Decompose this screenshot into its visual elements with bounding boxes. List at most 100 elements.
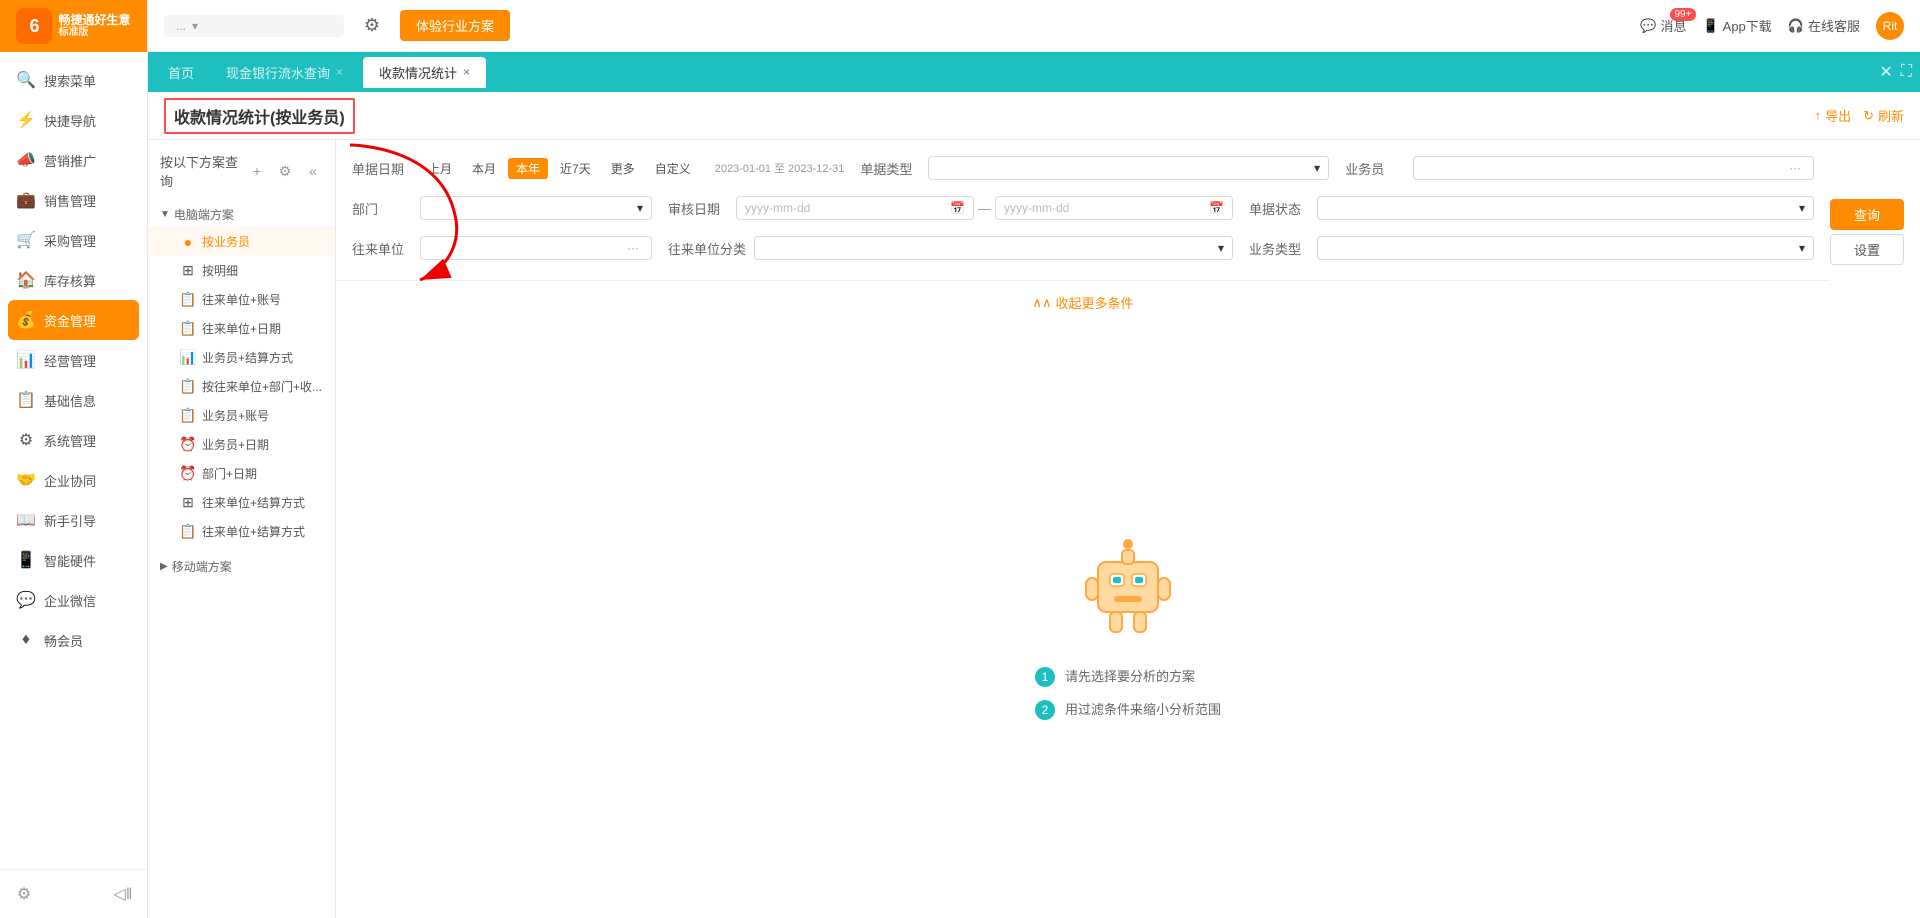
tree-item-sales-account[interactable]: 📋 业务员+账号 <box>148 401 335 430</box>
biztype-select[interactable]: ▾ <box>1317 236 1814 260</box>
sidebar-item-management[interactable]: 📊 经营管理 <box>0 340 147 380</box>
message-btn[interactable]: 💬 消息 99+ <box>1640 16 1686 35</box>
filter-settings-btn[interactable]: 设置 <box>1830 234 1904 265</box>
tab-receipts[interactable]: 收款情况统计 × <box>363 57 486 88</box>
audit-date-from[interactable]: yyyy-mm-dd 📅 <box>736 196 974 220</box>
counterpart-cat-select[interactable]: ▾ <box>754 236 1233 260</box>
close-window-icon[interactable]: ✕ <box>1879 62 1892 82</box>
tree-item-unit-settle2-label: 往来单位+结算方式 <box>202 523 305 540</box>
tree-item-dept-date[interactable]: ⏰ 部门+日期 <box>148 459 335 488</box>
audit-date-to[interactable]: yyyy-mm-dd 📅 <box>995 196 1233 220</box>
query-btn[interactable]: 查询 <box>1830 199 1904 230</box>
tab-cashflow[interactable]: 现金银行流水查询 × <box>210 57 359 88</box>
tree-item-sales-date[interactable]: ⏰ 业务员+日期 <box>148 430 335 459</box>
trial-btn[interactable]: 体验行业方案 <box>400 10 510 41</box>
tree-item-detail[interactable]: ⊞ 按明细 <box>148 256 335 285</box>
counterpart-select[interactable]: ··· <box>420 236 652 260</box>
tree-desktop-header[interactable]: ▼ 电脑端方案 <box>148 202 335 227</box>
tree-item-unit-date-label: 往来单位+日期 <box>202 320 281 337</box>
sidebar-nav: 🔍 搜索菜单 ⚡ 快捷导航 📣 营销推广 💼 销售管理 🛒 采购管理 🏠 <box>0 52 147 869</box>
tree-item-unit-settle1-label: 往来单位+结算方式 <box>202 494 305 511</box>
filter-rows: 单据日期 上月 本月 本年 近7天 更多 自定义 <box>336 140 1830 276</box>
filter-row-1: 单据日期 上月 本月 本年 近7天 更多 自定义 <box>352 156 1814 180</box>
sidebar-item-system[interactable]: ⚙ 系统管理 <box>0 420 147 460</box>
sidebar-item-finance[interactable]: 💰 资金管理 <box>8 300 139 340</box>
sidebar-item-member[interactable]: ♦ 畅会员 <box>0 620 147 660</box>
tree-item-sales-settle-label: 业务员+结算方式 <box>202 349 293 366</box>
detail-icon: ⊞ <box>180 263 196 279</box>
download-icon: 📱 <box>1702 18 1718 34</box>
doctype-label: 单据类型 <box>860 159 920 178</box>
inventory-icon: 🏠 <box>16 270 36 290</box>
collapse-sidebar-btn[interactable]: ◁‖ <box>107 878 139 910</box>
tree-item-unit-date[interactable]: 📋 往来单位+日期 <box>148 314 335 343</box>
tree-item-salesperson[interactable]: ● 按业务员 <box>148 227 335 256</box>
tree-item-unit-account-label: 往来单位+账号 <box>202 291 281 308</box>
export-label: 导出 <box>1825 106 1851 125</box>
doctype-select[interactable]: ▾ <box>928 156 1329 180</box>
sidebar-item-marketing[interactable]: 📣 营销推广 <box>0 140 147 180</box>
date-btn-this-year[interactable]: 本年 <box>508 158 548 179</box>
app-download-btn[interactable]: 📱 App下载 <box>1702 16 1771 35</box>
refresh-btn[interactable]: ↻ 刷新 <box>1863 106 1904 125</box>
hint-num-2: 2 <box>1035 700 1055 720</box>
tab-bar-right: ✕ ⛶ <box>1879 62 1912 82</box>
filter-group-counterpart-category: 往来单位分类 ▾ <box>668 236 1233 260</box>
date-btn-last-month[interactable]: 上月 <box>420 158 460 179</box>
collapse-panel-btn[interactable]: « <box>303 161 323 181</box>
sidebar-item-hardware[interactable]: 📱 智能硬件 <box>0 540 147 580</box>
tree-mobile-header[interactable]: ▶ 移动端方案 <box>148 554 335 579</box>
counterpart-more-icon[interactable]: ··· <box>627 241 639 255</box>
salesperson-select[interactable]: ··· <box>1413 156 1814 180</box>
scheme-settings-btn[interactable]: ⚙ <box>275 161 295 181</box>
date-btn-7days[interactable]: 近7天 <box>552 158 599 179</box>
tab-home[interactable]: 首页 <box>156 57 206 88</box>
sidebar-item-sales[interactable]: 💼 销售管理 <box>0 180 147 220</box>
sidebar-item-search[interactable]: 🔍 搜索菜单 <box>0 60 147 100</box>
sidebar-item-wechat[interactable]: 💬 企业微信 <box>0 580 147 620</box>
service-label: 在线客服 <box>1808 16 1860 35</box>
date-btn-custom[interactable]: 自定义 <box>647 158 699 179</box>
maximize-icon[interactable]: ⛶ <box>1901 63 1912 81</box>
date-btn-this-month[interactable]: 本月 <box>464 158 504 179</box>
dept-select[interactable]: ▾ <box>420 196 652 220</box>
docstatus-select[interactable]: ▾ <box>1317 196 1814 220</box>
tree-desktop-label: 电脑端方案 <box>174 206 234 223</box>
export-icon: ↑ <box>1815 108 1822 123</box>
tree-arrow-desktop: ▼ <box>160 209 170 220</box>
sidebar-item-newbie[interactable]: 📖 新手引导 <box>0 500 147 540</box>
filter-group-salesperson: 业务员 ··· <box>1345 156 1814 180</box>
tab-cashflow-close[interactable]: × <box>336 65 343 79</box>
sidebar-label-collab: 企业协同 <box>44 471 96 490</box>
sidebar-item-basics[interactable]: 📋 基础信息 <box>0 380 147 420</box>
tab-receipts-close[interactable]: × <box>463 65 470 79</box>
salesperson-scheme-icon: ● <box>180 234 196 250</box>
tree-item-unit-account[interactable]: 📋 往来单位+账号 <box>148 285 335 314</box>
top-bar-left: ... ▾ ⚙ 体验行业方案 <box>164 10 510 42</box>
collapse-label: 收起更多条件 <box>1056 293 1134 312</box>
biztype-dropdown-icon: ▾ <box>1799 241 1805 255</box>
collapse-bar[interactable]: ∧∧ 收起更多条件 <box>336 280 1830 324</box>
add-scheme-btn[interactable]: + <box>247 161 267 181</box>
sidebar-item-quicknav[interactable]: ⚡ 快捷导航 <box>0 100 147 140</box>
user-avatar-area[interactable]: Rit <box>1876 12 1904 40</box>
tree-item-unit-settle2[interactable]: 📋 往来单位+结算方式 <box>148 517 335 546</box>
tree-item-sales-settle[interactable]: 📊 业务员+结算方式 <box>148 343 335 372</box>
tree-item-salesperson-label: 按业务员 <box>202 233 250 250</box>
sidebar-item-purchase[interactable]: 🛒 采购管理 <box>0 220 147 260</box>
member-icon: ♦ <box>16 630 36 650</box>
sidebar-item-collab[interactable]: 🤝 企业协同 <box>0 460 147 500</box>
address-bar[interactable]: ... ▾ <box>164 15 344 37</box>
export-btn[interactable]: ↑ 导出 <box>1815 106 1852 125</box>
message-icon: 💬 <box>1640 18 1656 34</box>
tree-item-unit-dept-collect[interactable]: 📋 按往来单位+部门+收... <box>148 372 335 401</box>
sidebar-item-inventory[interactable]: 🏠 库存核算 <box>0 260 147 300</box>
gear-btn[interactable]: ⚙ <box>356 10 388 42</box>
online-service-btn[interactable]: 🎧 在线客服 <box>1788 16 1860 35</box>
app-download-label: App下载 <box>1723 16 1772 35</box>
date-btn-more[interactable]: 更多 <box>603 158 643 179</box>
content-area: 按以下方案查询 + ⚙ « ▼ 电脑端方案 ● 按业务员 <box>148 140 1920 918</box>
salesperson-more-icon[interactable]: ··· <box>1789 161 1801 175</box>
tree-item-unit-settle1[interactable]: ⊞ 往来单位+结算方式 <box>148 488 335 517</box>
settings-bottom-icon[interactable]: ⚙ <box>8 878 40 910</box>
